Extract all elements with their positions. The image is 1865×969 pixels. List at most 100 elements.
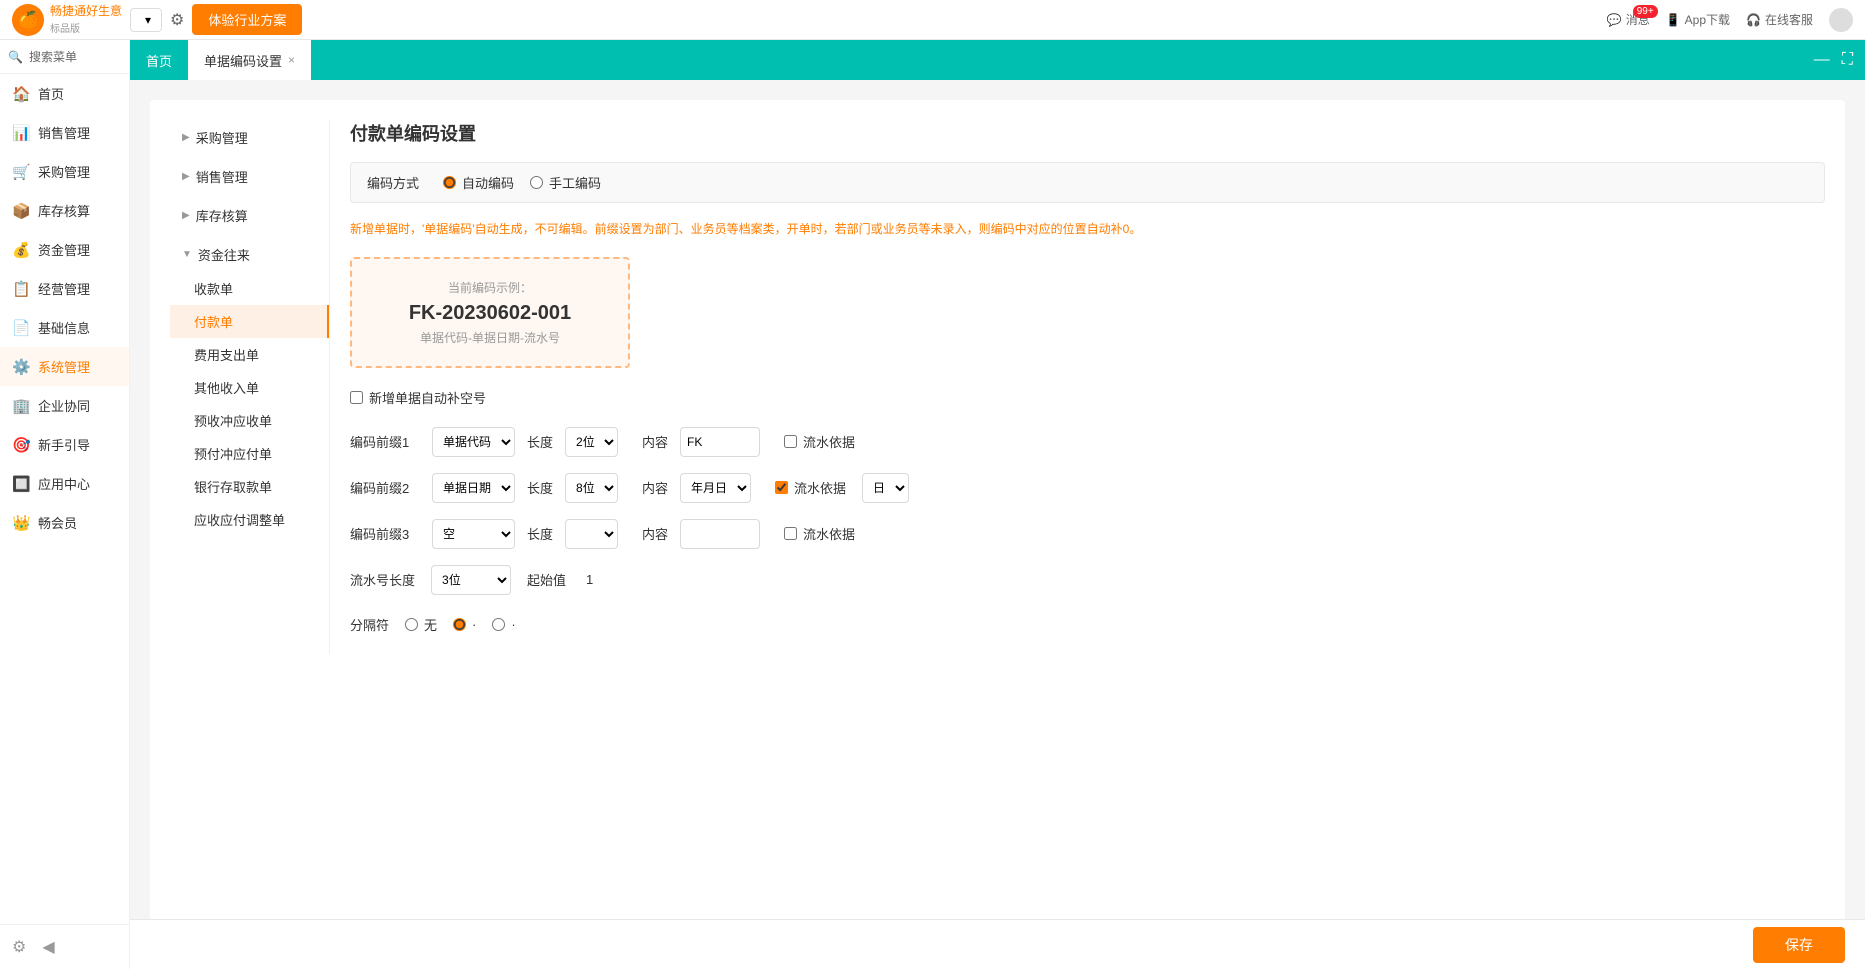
- dropdown-button[interactable]: ▾: [130, 8, 162, 32]
- sep-dot-label: ·: [511, 617, 515, 632]
- sub-menu-header-purchase[interactable]: ▶ 采购管理: [170, 120, 329, 155]
- app-download-item[interactable]: 📱 App下载: [1666, 11, 1730, 28]
- logo: 🍊 畅捷通好生意 标品版: [12, 4, 122, 36]
- prefix-3-follow-input[interactable]: [784, 527, 797, 540]
- prefix-1-select[interactable]: 单据代码 单据日期 空: [432, 427, 515, 457]
- sub-menu-header-inventory[interactable]: ▶ 库存核算: [170, 198, 329, 233]
- sep-none-radio[interactable]: [405, 618, 418, 631]
- auto-code-option[interactable]: 自动编码: [443, 173, 514, 192]
- sep-dash-label: ·: [472, 617, 476, 632]
- sep-none-option[interactable]: 无: [405, 615, 437, 634]
- start-value-label: 起始值: [527, 570, 566, 589]
- arrow-right-icon-3: ▶: [182, 210, 190, 221]
- prefix-1-follow-input[interactable]: [784, 435, 797, 448]
- prefix-2-length-label: 长度: [527, 478, 553, 497]
- prefix-row-1: 编码前缀1 单据代码 单据日期 空 长度 2位 4位 8位 内容: [350, 427, 1825, 457]
- auto-fill-label: 新增单据自动补空号: [369, 388, 486, 407]
- sidebar-item-system[interactable]: ⚙️ 系统管理: [0, 347, 129, 386]
- prefix-1-follow-checkbox: 流水依据: [784, 432, 855, 451]
- sidebar-item-sales[interactable]: 📊 销售管理: [0, 113, 129, 152]
- sub-menu-item-advance-offset[interactable]: 预付冲应付单: [170, 437, 329, 470]
- sales-icon: 📊: [12, 124, 30, 142]
- sidebar: 🔍 搜索菜单 🏠 首页 📊 销售管理 🛒 采购管理 📦 库存核算 💰 资金管理 …: [0, 40, 130, 969]
- sidebar-item-purchase[interactable]: 🛒 采购管理: [0, 152, 129, 191]
- prefix-1-label: 编码前缀1: [350, 432, 420, 451]
- manual-code-option[interactable]: 手工编码: [530, 173, 601, 192]
- sidebar-item-finance-label: 资金管理: [38, 240, 90, 259]
- save-button[interactable]: 保存: [1753, 927, 1845, 963]
- layout-container: ▶ 采购管理 ▶ 销售管理 ▶ 库存核算: [170, 120, 1825, 654]
- prefix-1-length-select[interactable]: 2位 4位 8位: [565, 427, 618, 457]
- sep-dot-radio[interactable]: [492, 618, 505, 631]
- sidebar-item-finance[interactable]: 💰 资金管理: [0, 230, 129, 269]
- sub-menu-header-finance[interactable]: ▼ 资金往来: [170, 237, 329, 272]
- prefix-2-select[interactable]: 单据代码 单据日期 空: [432, 473, 515, 503]
- sidebar-item-apps[interactable]: 🔲 应用中心: [0, 464, 129, 503]
- serial-row: 流水号长度 2位 3位 4位 5位 起始值 1: [350, 565, 1825, 595]
- collapse-icon[interactable]: ◀: [38, 933, 58, 961]
- newbie-icon: 🎯: [12, 436, 30, 454]
- sidebar-item-enterprise[interactable]: 🏢 企业协同: [0, 386, 129, 425]
- message-icon: 💬: [1607, 13, 1622, 27]
- sep-dash-option[interactable]: ·: [453, 617, 476, 632]
- sub-menu-group-sales: ▶ 销售管理: [170, 159, 329, 194]
- basic-icon: 📄: [12, 319, 30, 337]
- sidebar-item-system-label: 系统管理: [38, 357, 90, 376]
- sidebar-item-member[interactable]: 👑 畅会员: [0, 503, 129, 542]
- tab-active[interactable]: 单据编码设置 ×: [188, 40, 311, 80]
- sub-menu-item-bank[interactable]: 银行存取款单: [170, 470, 329, 503]
- sidebar-item-inventory[interactable]: 📦 库存核算: [0, 191, 129, 230]
- settings-bottom-icon[interactable]: ⚙: [8, 933, 30, 961]
- finance-icon: 💰: [12, 241, 30, 259]
- online-service-item[interactable]: 🎧 在线客服: [1746, 11, 1813, 28]
- sub-menu-item-expense[interactable]: 费用支出单: [170, 338, 329, 371]
- sub-menu-inventory-label: 库存核算: [196, 206, 248, 225]
- messages-item[interactable]: 💬 消息 99+: [1607, 11, 1650, 28]
- sidebar-search[interactable]: 🔍 搜索菜单: [0, 40, 129, 74]
- enterprise-icon: 🏢: [12, 397, 30, 415]
- sub-menu-item-adjustment[interactable]: 应收应付调整单: [170, 503, 329, 536]
- prefix-2-unit-select[interactable]: 日 月 年: [862, 473, 909, 503]
- serial-length-select[interactable]: 2位 3位 4位 5位: [431, 565, 511, 595]
- prefix-3-follow-checkbox: 流水依据: [784, 524, 855, 543]
- tab-home[interactable]: 首页: [130, 40, 188, 80]
- nav-tabs: 首页 单据编码设置 × — ⛶: [130, 40, 1865, 80]
- auto-code-radio[interactable]: [443, 176, 456, 189]
- sidebar-item-newbie[interactable]: 🎯 新手引导: [0, 425, 129, 464]
- sidebar-item-basic[interactable]: 📄 基础信息: [0, 308, 129, 347]
- manual-code-radio[interactable]: [530, 176, 543, 189]
- gear-button[interactable]: ⚙: [170, 10, 184, 30]
- sidebar-item-sales-label: 销售管理: [38, 123, 90, 142]
- sidebar-item-basic-label: 基础信息: [38, 318, 90, 337]
- prefix-2-follow-input[interactable]: [775, 481, 788, 494]
- sub-menu-header-sales[interactable]: ▶ 销售管理: [170, 159, 329, 194]
- info-text: 新增单据时，'单据编码'自动生成，不可编辑。前缀设置为部门、业务员等档案类，开单…: [350, 219, 1825, 241]
- sub-menu-item-prepay-offset[interactable]: 预收冲应收单: [170, 404, 329, 437]
- search-icon: 🔍: [8, 50, 23, 64]
- logo-text-block: 畅捷通好生意 标品版: [50, 4, 122, 35]
- sep-dash-radio[interactable]: [453, 618, 466, 631]
- prefix-3-select[interactable]: 单据代码 单据日期 空: [432, 519, 515, 549]
- sub-menu-item-other-income[interactable]: 其他收入单: [170, 371, 329, 404]
- try-industry-button[interactable]: 体验行业方案: [192, 4, 302, 35]
- sep-dot-option[interactable]: ·: [492, 617, 515, 632]
- prefix-2-content-select[interactable]: 年 年月 年月日: [680, 473, 751, 503]
- bottom-bar: 保存: [130, 919, 1865, 969]
- prefix-1-content-input[interactable]: [680, 427, 760, 457]
- prefix-3-length-select[interactable]: 2位 4位: [565, 519, 618, 549]
- nav-minimize-button[interactable]: —: [1810, 47, 1834, 73]
- sidebar-search-label: 搜索菜单: [29, 48, 77, 65]
- user-avatar[interactable]: [1829, 8, 1853, 32]
- auto-fill-checkbox[interactable]: [350, 391, 363, 404]
- sub-menu-item-payment[interactable]: 付款单: [170, 305, 329, 338]
- prefix-3-content-input[interactable]: [680, 519, 760, 549]
- sidebar-item-business[interactable]: 📋 经营管理: [0, 269, 129, 308]
- sidebar-item-apps-label: 应用中心: [38, 474, 90, 493]
- tab-close-icon[interactable]: ×: [288, 53, 295, 67]
- tab-home-label: 首页: [146, 51, 172, 70]
- prefix-2-length-select[interactable]: 2位 4位 8位: [565, 473, 618, 503]
- sidebar-item-home[interactable]: 🏠 首页: [0, 74, 129, 113]
- sub-menu-item-receipt[interactable]: 收款单: [170, 272, 329, 305]
- nav-maximize-button[interactable]: ⛶: [1838, 47, 1857, 73]
- nav-tabs-right: — ⛶: [1810, 47, 1865, 73]
